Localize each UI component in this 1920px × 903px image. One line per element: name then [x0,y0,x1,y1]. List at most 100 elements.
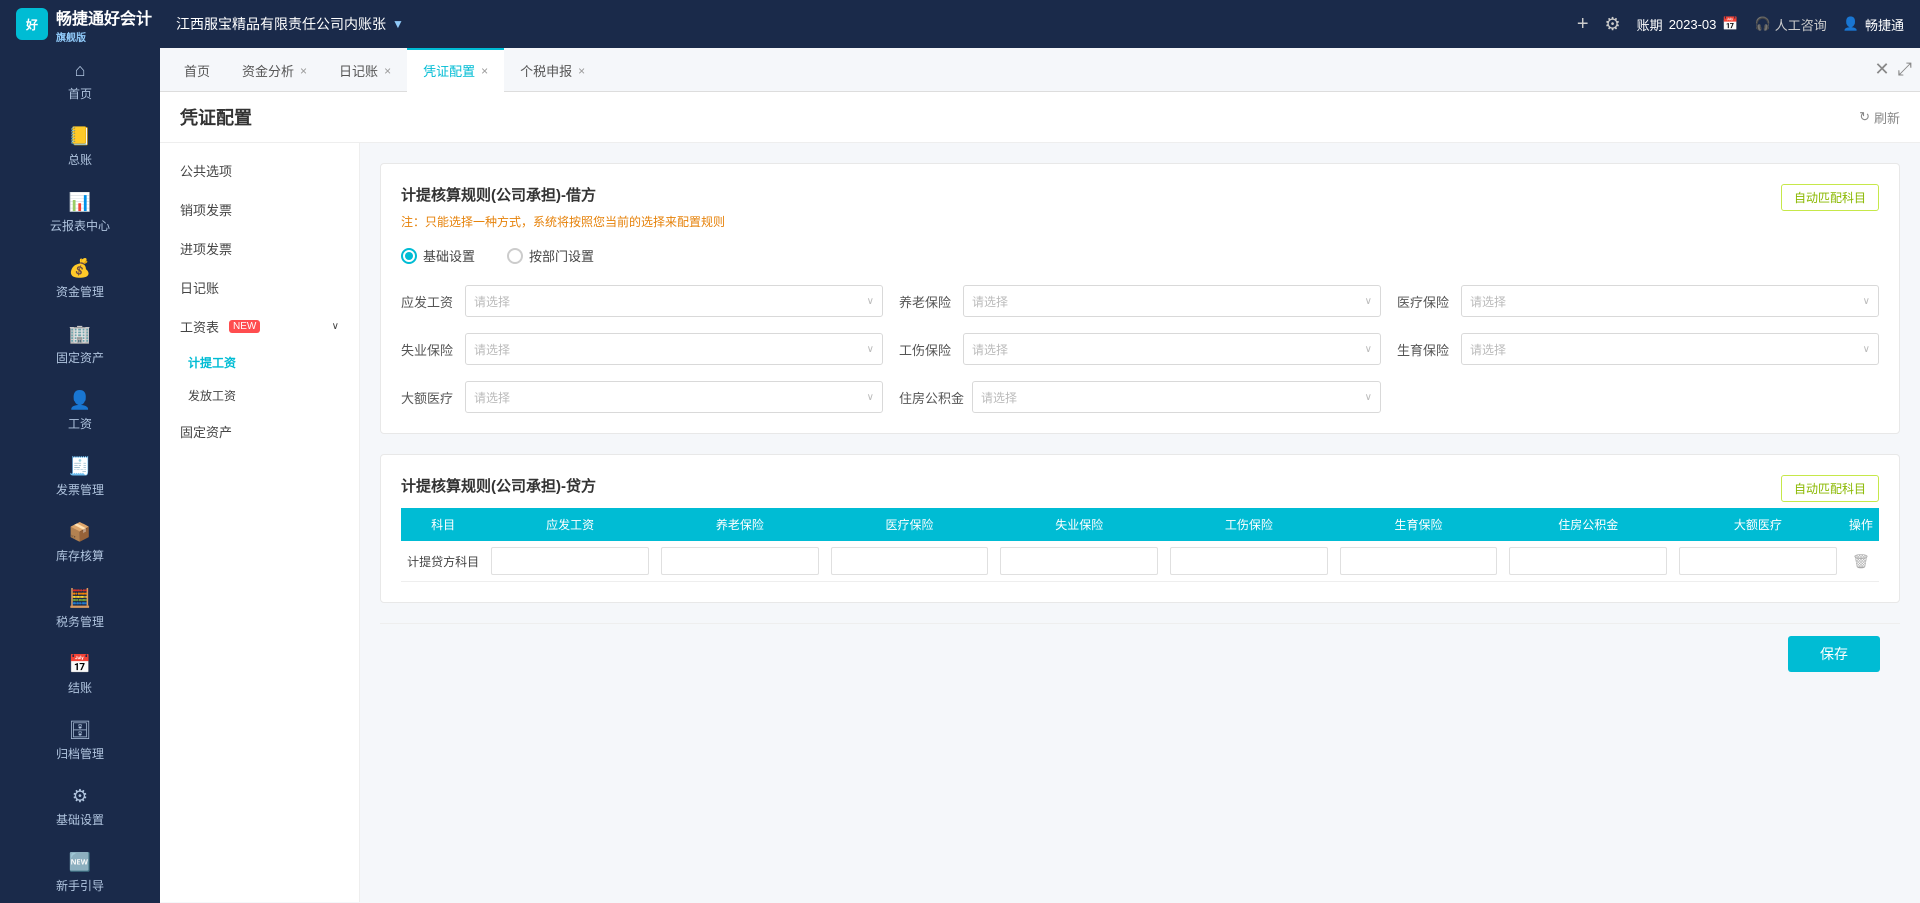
row-shengyu-cell[interactable] [1334,541,1504,582]
ai-consult-label: 人工咨询 [1775,15,1827,34]
row-dae-input[interactable] [1679,547,1837,575]
ai-consult-button[interactable]: 🎧 人工咨询 [1755,15,1827,34]
left-nav-purchase[interactable]: 进项发票 [160,229,359,268]
sidebar: ⌂ 首页 📒 总账 📊 云报表中心 💰 资金管理 🏢 固定资产 👤 工资 🧾 发… [0,48,160,903]
left-nav-accrue[interactable]: 计提工资 [160,346,359,379]
radio-dept[interactable]: 按部门设置 [507,246,594,265]
chevron-down-icon: ∨ [332,321,339,332]
sidebar-item-inventory[interactable]: 📦 库存核算 [0,510,160,576]
content-area: 首页 资金分析 × 日记账 × 凭证配置 × 个税申报 × ✕ ⤢ [160,48,1920,903]
row-yingfa-cell[interactable] [485,541,655,582]
gongjijin-chevron-icon: ∨ [1365,392,1372,403]
col-shiye: 失业保险 [994,508,1164,541]
ledger-icon: 📒 [69,126,91,147]
period-display: 账期 2023-03 📅 [1637,15,1739,34]
guide-icon: 🆕 [69,852,91,873]
sidebar-item-invoice[interactable]: 🧾 发票管理 [0,444,160,510]
row-shengyu-input[interactable] [1340,547,1498,575]
calendar-icon[interactable]: 📅 [1722,16,1738,32]
row-shiye-cell[interactable] [994,541,1164,582]
gongjijin-select[interactable]: 请选择 ∨ [972,381,1381,413]
sidebar-item-report[interactable]: 📊 云报表中心 [0,180,160,246]
sidebar-item-close[interactable]: 📅 结账 [0,642,160,708]
dae-select[interactable]: 请选择 ∨ [465,381,883,413]
save-button[interactable]: 保存 [1788,636,1880,672]
row-yanglao-cell[interactable] [655,541,825,582]
debit-auto-match-button[interactable]: 自动匹配科目 [1781,184,1879,211]
delete-row-icon[interactable]: 🗑 [1852,553,1870,569]
row-yanglao-input[interactable] [661,547,819,575]
settings-icon[interactable]: ⚙ [1605,14,1621,35]
col-yiliao: 医疗保险 [825,508,995,541]
yiliao-select[interactable]: 请选择 ∨ [1461,285,1879,317]
tab-journal[interactable]: 日记账 × [323,48,407,92]
user-menu[interactable]: 👤 畅捷通 [1843,15,1904,34]
left-nav: 公共选项 销项发票 进项发票 日记账 工资表 NEW [160,143,360,902]
row-gongshang-input[interactable] [1170,547,1328,575]
app-edition: 旗舰版 [56,29,152,44]
company-selector[interactable]: 江西服宝精品有限责任公司内账张 ▼ [176,14,404,34]
tab-tax-close[interactable]: × [578,64,585,78]
shengyu-label: 生育保险 [1397,340,1453,359]
sidebar-label-home: 首页 [68,85,92,102]
row-gongjijin-input[interactable] [1509,547,1667,575]
col-action: 操作 [1843,508,1879,541]
gongshang-select[interactable]: 请选择 ∨ [963,333,1381,365]
table-row: 计提贷方科目 🗑 [401,541,1879,582]
sidebar-item-ledger[interactable]: 📒 总账 [0,114,160,180]
left-nav-payroll-table[interactable]: 工资表 NEW ∨ [160,307,359,346]
sidebar-item-archive[interactable]: 🗄 归档管理 [0,708,160,774]
left-nav-sales[interactable]: 销项发票 [160,190,359,229]
tab-tax-label: 个税申报 [520,61,572,80]
tab-voucher[interactable]: 凭证配置 × [407,48,504,92]
home-icon: ⌂ [75,60,86,81]
tab-journal-close[interactable]: × [384,64,391,78]
sidebar-item-settings[interactable]: ⚙ 基础设置 [0,774,160,840]
tab-tax[interactable]: 个税申报 × [504,48,601,92]
save-bar: 保存 [380,623,1900,684]
shiye-select[interactable]: 请选择 ∨ [465,333,883,365]
assets-icon: 🏢 [69,324,91,345]
expand-icon[interactable]: ⤢ [1898,59,1912,80]
row-gongjijin-cell[interactable] [1503,541,1673,582]
credit-auto-match-button[interactable]: 自动匹配科目 [1781,475,1879,502]
left-nav-journal[interactable]: 日记账 [160,268,359,307]
credit-table-header: 科目 应发工资 养老保险 医疗保险 失业保险 工伤保险 生育保险 住房公积金 大… [401,508,1879,541]
yingfa-placeholder: 请选择 [474,293,510,310]
shengyu-select[interactable]: 请选择 ∨ [1461,333,1879,365]
add-button[interactable]: + [1577,13,1589,36]
sidebar-item-guide[interactable]: 🆕 新手引导 [0,840,160,903]
left-nav-public-label: 公共选项 [180,161,232,180]
tab-fund-close[interactable]: × [300,64,307,78]
tab-home[interactable]: 首页 [168,48,226,92]
row-action-cell[interactable]: 🗑 [1843,541,1879,582]
left-nav-public[interactable]: 公共选项 [160,151,359,190]
gongshang-placeholder: 请选择 [972,341,1008,358]
row-shiye-input[interactable] [1000,547,1158,575]
row-yingfa-input[interactable] [491,547,649,575]
left-nav-pay[interactable]: 发放工资 [160,379,359,412]
credit-table: 科目 应发工资 养老保险 医疗保险 失业保险 工伤保险 生育保险 住房公积金 大… [401,508,1879,582]
sidebar-item-payroll[interactable]: 👤 工资 [0,378,160,444]
row-dae-cell[interactable] [1673,541,1843,582]
row-yiliao-input[interactable] [831,547,989,575]
sidebar-label-report: 云报表中心 [50,217,110,234]
yingfa-select[interactable]: 请选择 ∨ [465,285,883,317]
username-label: 畅捷通 [1865,15,1904,34]
period-label: 账期 [1637,15,1663,34]
close-all-icon[interactable]: ✕ [1875,59,1890,80]
row-gongshang-cell[interactable] [1164,541,1334,582]
radio-basic[interactable]: 基础设置 [401,246,475,265]
refresh-button[interactable]: ↻ 刷新 [1859,108,1900,127]
left-nav-fixed-assets[interactable]: 固定资产 [160,412,359,451]
sidebar-item-assets[interactable]: 🏢 固定资产 [0,312,160,378]
tab-fund[interactable]: 资金分析 × [226,48,323,92]
row-yiliao-cell[interactable] [825,541,995,582]
sidebar-item-tax[interactable]: 🧮 税务管理 [0,576,160,642]
sidebar-item-fund[interactable]: 💰 资金管理 [0,246,160,312]
sidebar-item-home[interactable]: ⌂ 首页 [0,48,160,114]
sidebar-label-archive: 归档管理 [56,745,104,762]
yanglao-select[interactable]: 请选择 ∨ [963,285,1381,317]
radio-dept-circle [507,248,523,264]
tab-voucher-close[interactable]: × [481,64,488,78]
